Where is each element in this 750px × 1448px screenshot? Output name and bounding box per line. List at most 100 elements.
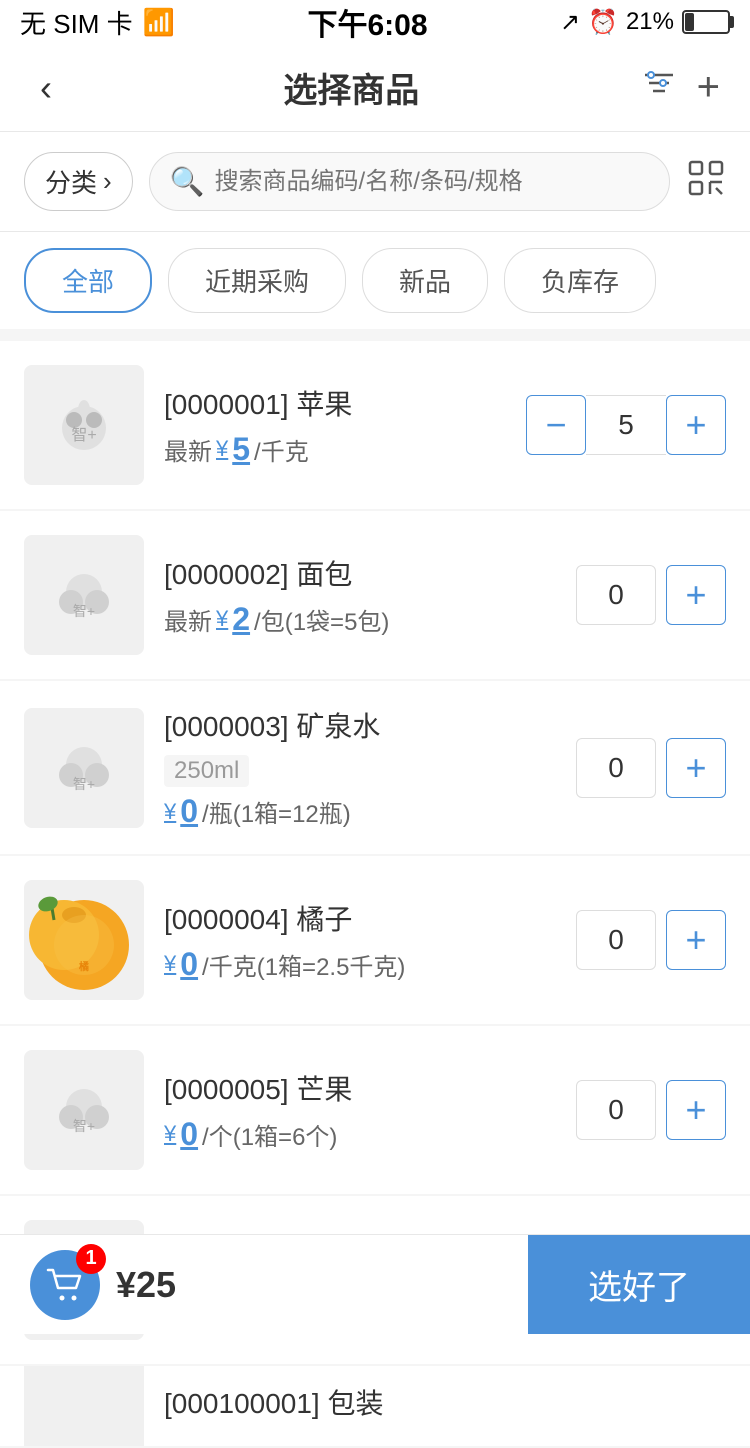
add-button[interactable]: + — [697, 65, 720, 110]
filter-tabs: 全部 近期采购 新品 负库存 — [0, 232, 750, 329]
category-button[interactable]: 分类 › — [24, 152, 133, 211]
sim-label: 无 SIM 卡 — [20, 4, 133, 41]
product-image: 智+ — [24, 535, 144, 655]
product-name: [0000001] 苹果 — [164, 383, 506, 423]
scan-icon[interactable] — [686, 158, 726, 206]
confirm-button[interactable]: 选好了 — [528, 1235, 750, 1334]
product-info: [0000004] 橘子 ¥ 0 /千克(1箱=2.5千克) — [164, 898, 556, 983]
tab-all[interactable]: 全部 — [24, 248, 152, 313]
nav-bar: ‹ 选择商品 + — [0, 44, 750, 132]
search-icon: 🔍 — [170, 165, 205, 198]
price-value: 2 — [232, 601, 250, 638]
product-info: [0000001] 苹果 最新 ¥ 5 /千克 — [164, 383, 506, 468]
svg-text:智+: 智+ — [71, 426, 96, 444]
decrease-button[interactable]: − — [526, 395, 586, 455]
product-image: 橘 — [24, 880, 144, 1000]
toolbar: 分类 › 🔍 — [0, 132, 750, 232]
price-currency: ¥ — [216, 436, 228, 462]
back-button[interactable]: ‹ — [30, 57, 62, 119]
price-value: 0 — [180, 793, 198, 830]
nav-actions: + — [641, 65, 720, 110]
tab-negative-stock[interactable]: 负库存 — [504, 248, 656, 313]
product-name: [0000003] 矿泉水 — [164, 705, 556, 745]
quantity-input[interactable] — [576, 910, 656, 970]
quantity-control: + — [576, 738, 726, 798]
cart-total: ¥25 — [116, 1264, 176, 1306]
product-name: [0000004] 橘子 — [164, 898, 556, 938]
bottom-bar: 1 ¥25 选好了 — [0, 1234, 750, 1334]
quantity-control: + — [576, 565, 726, 625]
increase-button[interactable]: + — [666, 1080, 726, 1140]
product-info: [0000005] 芒果 ¥ 0 /个(1箱=6个) — [164, 1068, 556, 1153]
increase-button[interactable]: + — [666, 565, 726, 625]
tab-new[interactable]: 新品 — [362, 248, 488, 313]
svg-text:智+: 智+ — [73, 776, 95, 792]
price-label: 最新 — [164, 602, 212, 637]
svg-text:智+: 智+ — [73, 603, 95, 619]
product-price: 最新 ¥ 2 /包(1袋=5包) — [164, 601, 556, 638]
price-unit: /千克 — [254, 432, 309, 467]
quantity-input[interactable] — [576, 1080, 656, 1140]
product-image: 智+ — [24, 708, 144, 828]
quantity-input[interactable] — [586, 395, 666, 455]
product-info: [0000002] 面包 最新 ¥ 2 /包(1袋=5包) — [164, 553, 556, 638]
quantity-control: + — [576, 1080, 726, 1140]
price-unit: /包(1袋=5包) — [254, 602, 389, 637]
quantity-input[interactable] — [576, 565, 656, 625]
battery-icon — [682, 10, 730, 34]
svg-text:智+: 智+ — [73, 1118, 95, 1134]
product-price: ¥ 0 /瓶(1箱=12瓶) — [164, 793, 556, 830]
product-image: 智+ — [24, 365, 144, 485]
table-row: 橘 [0000004] 橘子 ¥ 0 /千克(1箱=2.5千克) + — [0, 856, 750, 1024]
table-row: 智+ [0000003] 矿泉水 250ml ¥ 0 /瓶(1箱=12瓶) + — [0, 681, 750, 854]
status-right: ↗ ⏰ 21% — [560, 8, 730, 37]
price-currency: ¥ — [164, 799, 176, 825]
price-unit: /千克(1箱=2.5千克) — [202, 947, 405, 982]
product-info: [0000003] 矿泉水 250ml ¥ 0 /瓶(1箱=12瓶) — [164, 705, 556, 830]
battery-text: 21% — [626, 8, 674, 36]
page-title: 选择商品 — [283, 63, 419, 112]
wifi-icon: 📶 — [143, 7, 175, 38]
cart-badge: 1 — [76, 1244, 106, 1274]
increase-button[interactable]: + — [666, 395, 726, 455]
filter-icon[interactable] — [641, 65, 677, 110]
price-value: 5 — [232, 431, 250, 468]
quantity-input[interactable] — [576, 738, 656, 798]
product-spec: 250ml — [164, 755, 249, 787]
price-value: 0 — [180, 1116, 198, 1153]
alarm-icon: ⏰ — [588, 8, 618, 37]
product-price: 最新 ¥ 5 /千克 — [164, 431, 506, 468]
location-icon: ↗ — [560, 8, 580, 37]
search-box[interactable]: 🔍 — [149, 152, 670, 211]
product-image — [24, 1366, 144, 1446]
price-value: 0 — [180, 946, 198, 983]
product-price: ¥ 0 /个(1箱=6个) — [164, 1116, 556, 1153]
price-label: 最新 — [164, 432, 212, 467]
product-price: ¥ 0 /千克(1箱=2.5千克) — [164, 946, 556, 983]
status-left: 无 SIM 卡 📶 — [20, 4, 175, 41]
cart-button[interactable]: 1 — [30, 1250, 100, 1320]
price-unit: /个(1箱=6个) — [202, 1117, 337, 1152]
table-row: 智+ [0000002] 面包 最新 ¥ 2 /包(1袋=5包) + — [0, 511, 750, 679]
price-currency: ¥ — [216, 606, 228, 632]
category-chevron: › — [103, 166, 112, 197]
increase-button[interactable]: + — [666, 910, 726, 970]
tab-recent[interactable]: 近期采购 — [168, 248, 346, 313]
product-image: 智+ — [24, 1050, 144, 1170]
increase-button[interactable]: + — [666, 738, 726, 798]
search-input[interactable] — [215, 168, 649, 196]
table-row: 智+ [0000001] 苹果 最新 ¥ 5 /千克 − + — [0, 341, 750, 509]
price-currency: ¥ — [164, 1121, 176, 1147]
product-name: [0000005] 芒果 — [164, 1068, 556, 1108]
price-unit: /瓶(1箱=12瓶) — [202, 794, 351, 829]
status-time: 下午6:08 — [307, 0, 427, 44]
quantity-control: + — [576, 910, 726, 970]
table-row: [000100001] 包装 — [0, 1366, 750, 1446]
price-currency: ¥ — [164, 951, 176, 977]
status-bar: 无 SIM 卡 📶 下午6:08 ↗ ⏰ 21% — [0, 0, 750, 44]
svg-text:橘: 橘 — [78, 960, 89, 973]
cart-area: 1 ¥25 — [0, 1250, 528, 1320]
quantity-control: − + — [526, 395, 726, 455]
category-label: 分类 — [45, 163, 97, 200]
table-row: 智+ [0000005] 芒果 ¥ 0 /个(1箱=6个) + — [0, 1026, 750, 1194]
